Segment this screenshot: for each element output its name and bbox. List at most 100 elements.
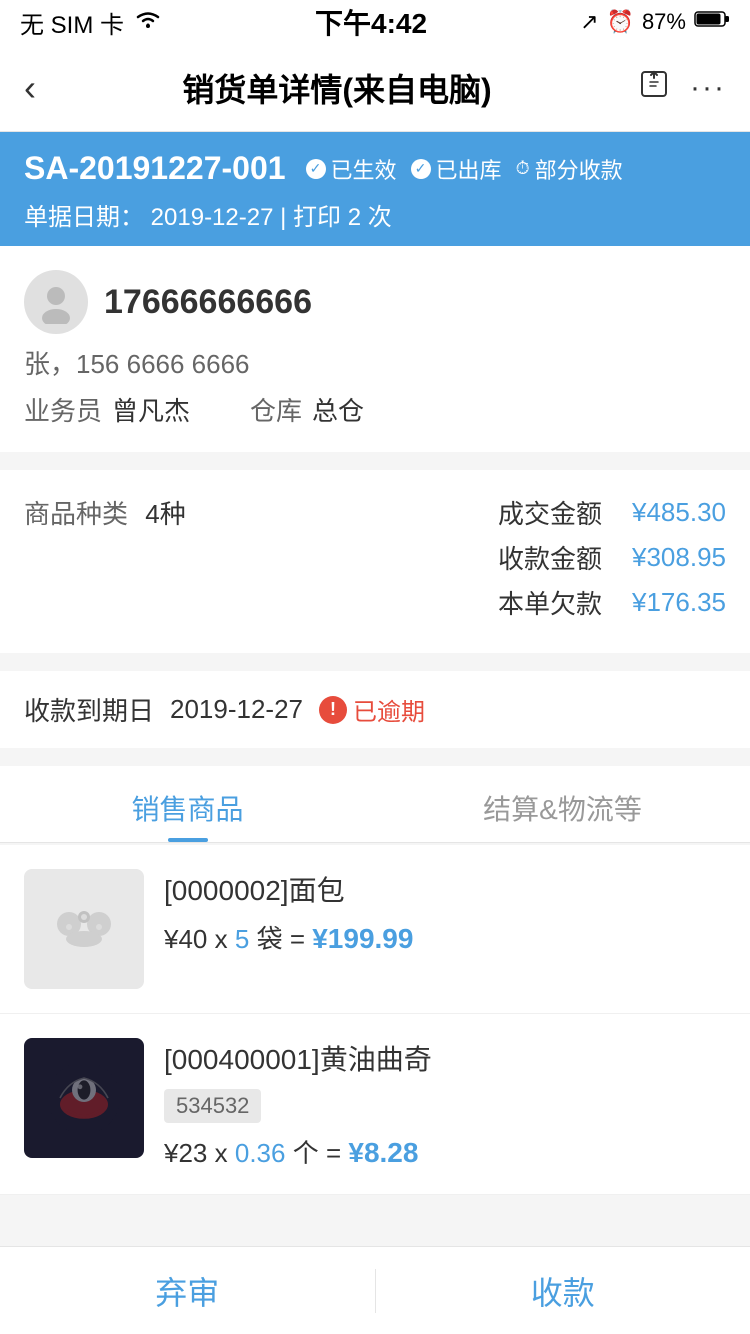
separator-3 bbox=[0, 750, 750, 766]
due-label: 收款到期日 bbox=[24, 691, 154, 728]
more-icon[interactable]: ··· bbox=[690, 71, 726, 105]
date-label: 单据日期： bbox=[24, 204, 144, 231]
battery-text: 87% bbox=[642, 9, 686, 35]
customer-phone: 17666666666 bbox=[104, 283, 312, 322]
product-sku-2: 534532 bbox=[164, 1089, 261, 1123]
multiply-1: x bbox=[215, 924, 235, 954]
battery-icon bbox=[694, 9, 730, 35]
stats-section: 商品种类 4种 成交金额 ¥485.30 收款金额 ¥308.95 本单欠款 ¥… bbox=[0, 470, 750, 653]
nav-bar: ‹ 销货单详情(来自电脑) ··· bbox=[0, 44, 750, 132]
equals-1: = bbox=[290, 924, 312, 954]
category-value: 4种 bbox=[145, 499, 185, 529]
warehouse-value: 总仓 bbox=[312, 391, 364, 428]
collect-payment-button[interactable]: 收款 bbox=[376, 1247, 750, 1334]
product-price-1: ¥40 x 5 袋 = ¥199.99 bbox=[164, 919, 726, 956]
price-1: ¥40 bbox=[164, 924, 207, 954]
product-name-1: [0000002]面包 bbox=[164, 869, 726, 909]
header-banner: SA-20191227-001 ✓ 已生效 ✓ 已出库 ⏱ 部分收款 单据日期：… bbox=[0, 132, 750, 246]
abandon-review-button[interactable]: 弃审 bbox=[0, 1247, 375, 1334]
share-icon[interactable] bbox=[638, 68, 670, 108]
stats-left: 商品种类 4种 bbox=[24, 494, 186, 531]
total-1: ¥199.99 bbox=[312, 923, 413, 954]
banner-date: 单据日期： 2019-12-27 | 打印 2 次 bbox=[24, 197, 726, 232]
product-list: [0000002]面包 ¥40 x 5 袋 = ¥199.99 bbox=[0, 845, 750, 1195]
customer-sub-info: 张，156 6666 6666 bbox=[24, 344, 726, 381]
warehouse-info: 仓库 总仓 bbox=[250, 391, 364, 428]
badge-effective: ✓ 已生效 bbox=[306, 153, 397, 185]
overdue-text: 已逾期 bbox=[353, 692, 425, 727]
badge-effective-label: 已生效 bbox=[331, 153, 397, 185]
product-image-1 bbox=[24, 869, 144, 989]
tab-sales-products[interactable]: 销售商品 bbox=[0, 766, 375, 842]
stats-right: 成交金额 ¥485.30 收款金额 ¥308.95 本单欠款 ¥176.35 bbox=[498, 494, 726, 629]
overdue-badge: ! 已逾期 bbox=[319, 692, 425, 727]
due-value: 2019-12-27 bbox=[170, 694, 303, 725]
amount-value: ¥485.30 bbox=[632, 497, 726, 528]
debt-row: 本单欠款 ¥176.35 bbox=[498, 584, 726, 621]
debt-label: 本单欠款 bbox=[498, 584, 602, 621]
list-item: [000400001]黄油曲奇 534532 ¥23 x 0.36 个 = ¥8… bbox=[0, 1014, 750, 1195]
wifi-icon bbox=[134, 8, 162, 36]
amount-label: 成交金额 bbox=[498, 494, 602, 531]
product-price-2: ¥23 x 0.36 个 = ¥8.28 bbox=[164, 1133, 726, 1170]
tab-settlement-label: 结算&物流等 bbox=[483, 794, 642, 825]
overdue-icon: ! bbox=[319, 696, 347, 724]
page-title: 销货单详情(来自电脑) bbox=[182, 65, 491, 111]
received-value: ¥308.95 bbox=[632, 542, 726, 573]
warehouse-label: 仓库 bbox=[250, 391, 302, 428]
multiply-2: x bbox=[215, 1138, 235, 1168]
status-bar: 无 SIM 卡 下午4:42 ↗ ⏰ 87% bbox=[0, 0, 750, 44]
customer-section: 17666666666 张，156 6666 6666 业务员 曾凡杰 仓库 总… bbox=[0, 246, 750, 452]
product-name-2: [000400001]黄油曲奇 bbox=[164, 1038, 726, 1078]
badge-partial: ⏱ 部分收款 bbox=[516, 153, 623, 185]
customer-meta: 业务员 曾凡杰 仓库 总仓 bbox=[24, 391, 726, 428]
badge-shipped-label: 已出库 bbox=[436, 153, 502, 185]
price-2: ¥23 bbox=[164, 1138, 207, 1168]
staff-info: 业务员 曾凡杰 bbox=[24, 391, 190, 428]
order-id: SA-20191227-001 bbox=[24, 150, 286, 187]
status-left: 无 SIM 卡 bbox=[20, 5, 162, 40]
nav-back[interactable]: ‹ bbox=[24, 67, 36, 109]
debt-value: ¥176.35 bbox=[632, 587, 726, 618]
qty-val-2: 0.36 bbox=[235, 1138, 286, 1168]
badge-shipped: ✓ 已出库 bbox=[411, 153, 502, 185]
tabs: 销售商品 结算&物流等 bbox=[0, 766, 750, 843]
check-icon-1: ✓ bbox=[306, 159, 326, 179]
back-icon[interactable]: ‹ bbox=[24, 67, 36, 109]
clock-icon: ⏱ bbox=[516, 158, 530, 179]
amount-row: 成交金额 ¥485.30 bbox=[498, 494, 726, 531]
sim-status: 无 SIM 卡 bbox=[20, 5, 124, 40]
alarm-icon: ⏰ bbox=[607, 9, 634, 35]
unit-1: 袋 bbox=[257, 924, 283, 954]
status-time: 下午4:42 bbox=[315, 2, 427, 42]
tab-sales-label: 销售商品 bbox=[131, 794, 243, 825]
equals-2: = bbox=[326, 1138, 348, 1168]
print-count: 2 bbox=[348, 204, 361, 231]
total-2: ¥8.28 bbox=[348, 1137, 418, 1168]
qty-1: 5 bbox=[235, 924, 249, 954]
location-icon: ↗ bbox=[580, 9, 598, 35]
status-right: ↗ ⏰ 87% bbox=[580, 9, 730, 35]
banner-badges: ✓ 已生效 ✓ 已出库 ⏱ 部分收款 bbox=[306, 153, 623, 185]
list-item: [0000002]面包 ¥40 x 5 袋 = ¥199.99 bbox=[0, 845, 750, 1014]
bottom-bar: 弃审 收款 bbox=[0, 1246, 750, 1334]
received-row: 收款金额 ¥308.95 bbox=[498, 539, 726, 576]
staff-value: 曾凡杰 bbox=[112, 391, 190, 428]
tab-settlement[interactable]: 结算&物流等 bbox=[375, 766, 750, 842]
category-label: 商品种类 bbox=[24, 499, 128, 529]
print-label: | 打印 bbox=[280, 204, 348, 231]
product-image-2 bbox=[24, 1038, 144, 1158]
received-label: 收款金额 bbox=[498, 539, 602, 576]
staff-label: 业务员 bbox=[24, 391, 102, 428]
separator-1 bbox=[0, 454, 750, 470]
print-suffix: 次 bbox=[368, 204, 392, 231]
qty-val-1: 5 bbox=[235, 924, 249, 954]
badge-partial-label: 部分收款 bbox=[535, 153, 623, 185]
separator-2 bbox=[0, 655, 750, 671]
due-section: 收款到期日 2019-12-27 ! 已逾期 bbox=[0, 671, 750, 748]
date-value: 2019-12-27 bbox=[151, 204, 274, 231]
nav-right-icons: ··· bbox=[638, 68, 726, 108]
unit-2: 个 bbox=[293, 1138, 319, 1168]
qty-2: 0.36 bbox=[235, 1138, 286, 1168]
avatar bbox=[24, 270, 88, 334]
